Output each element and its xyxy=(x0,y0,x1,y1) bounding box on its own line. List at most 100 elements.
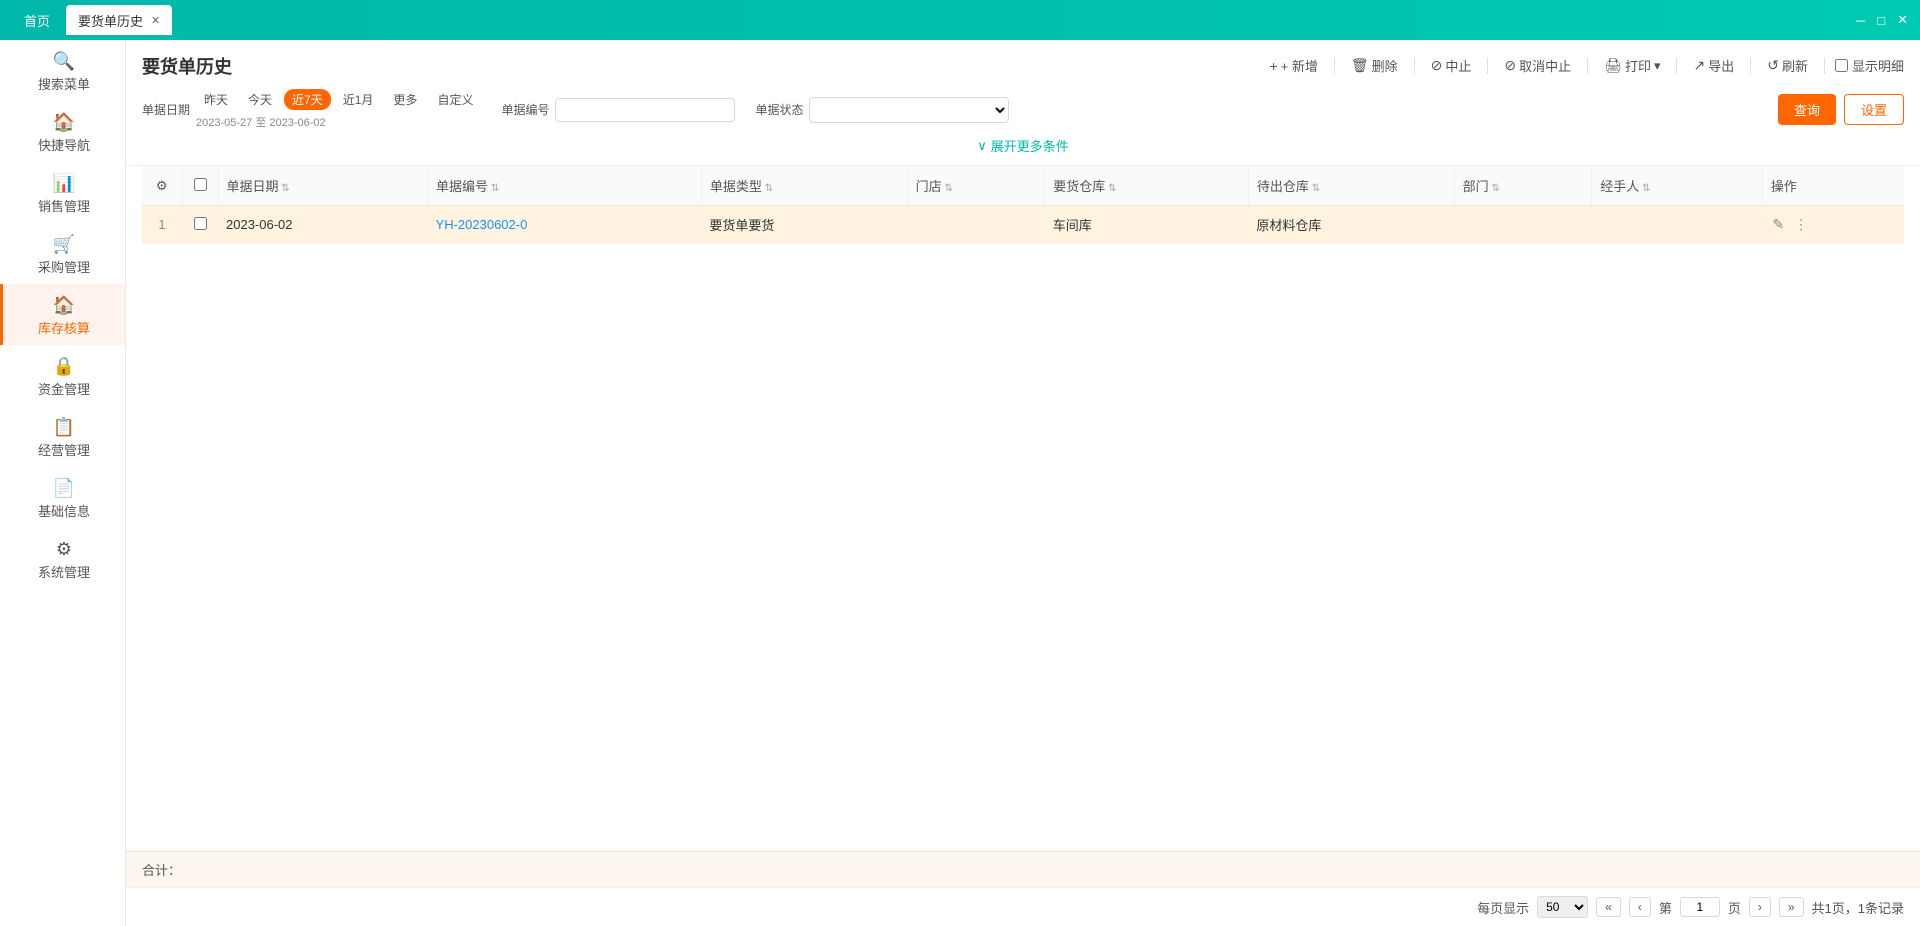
maximize-btn[interactable]: □ xyxy=(1877,13,1885,28)
sidebar-item-system[interactable]: ⚙ 系统管理 xyxy=(0,528,125,589)
next-page-btn[interactable]: › xyxy=(1749,897,1771,917)
new-button[interactable]: + + 新增 xyxy=(1263,52,1323,79)
refresh-label: 刷新 xyxy=(1782,56,1808,75)
th-action: 操作 xyxy=(1762,166,1904,206)
sidebar-item-sales-label: 销售管理 xyxy=(38,196,90,215)
per-page-select[interactable]: 50 100 200 xyxy=(1537,896,1588,918)
delete-button[interactable]: 🗑 删除 xyxy=(1345,52,1404,79)
th-date[interactable]: 单据日期 xyxy=(218,166,428,206)
export-icon: ↗ xyxy=(1693,57,1705,74)
system-icon: ⚙ xyxy=(56,540,72,558)
cell-doc-type: 要货单要货 xyxy=(701,206,907,244)
th-doc-type[interactable]: 单据类型 xyxy=(701,166,907,206)
page-title: 要货单历史 xyxy=(142,53,232,79)
query-button[interactable]: 查询 xyxy=(1778,94,1836,125)
status-select[interactable] xyxy=(809,97,1009,123)
tab-history-close[interactable]: ✕ xyxy=(151,14,160,27)
close-btn[interactable]: ✕ xyxy=(1897,12,1908,28)
table-row[interactable]: 1 2023-06-02 YH-20230602-0 要货单要货 车间库 原材料… xyxy=(142,206,1904,244)
expand-label: 展开更多条件 xyxy=(991,136,1069,155)
th-gear[interactable]: ⚙ xyxy=(142,166,182,206)
th-store[interactable]: 门店 xyxy=(907,166,1045,206)
doc-no-filter-group: 单据编号 xyxy=(501,98,735,122)
date-yesterday[interactable]: 昨天 xyxy=(196,89,236,110)
display-detail-input[interactable] xyxy=(1835,59,1848,72)
th-pending-warehouse[interactable]: 待出仓库 xyxy=(1248,166,1454,206)
sidebar-item-sales[interactable]: 📊 销售管理 xyxy=(0,162,125,223)
display-detail-checkbox[interactable]: 显示明细 xyxy=(1835,56,1904,75)
tab-history[interactable]: 要货单历史 ✕ xyxy=(66,5,172,35)
print-icon: 🖨 xyxy=(1604,57,1622,74)
sum-label: 合计： xyxy=(142,860,181,879)
cell-doc-no[interactable]: YH-20230602-0 xyxy=(428,206,702,244)
stop-button[interactable]: ⊘ 中止 xyxy=(1425,52,1478,79)
more-icon[interactable]: ⋮ xyxy=(1792,214,1810,235)
cell-checkbox[interactable] xyxy=(182,206,218,244)
date-more[interactable]: 更多 xyxy=(385,89,425,110)
sidebar-item-quicknav[interactable]: 🏠 快捷导航 xyxy=(0,101,125,162)
date-today[interactable]: 今天 xyxy=(240,89,280,110)
last-page-btn[interactable]: » xyxy=(1779,897,1804,917)
divider-7 xyxy=(1824,58,1825,74)
sidebar-item-inventory[interactable]: 🏠 库存核算 xyxy=(0,284,125,345)
data-table: ⚙ 单据日期 单据编号 单据类型 门店 要货仓库 待出仓库 部门 经手人 操作 xyxy=(142,166,1904,244)
date-1month[interactable]: 近1月 xyxy=(335,89,382,110)
select-all-checkbox[interactable] xyxy=(194,178,207,191)
sidebar-item-finance[interactable]: 🔒 资金管理 xyxy=(0,345,125,406)
th-checkbox xyxy=(182,166,218,206)
th-doc-no[interactable]: 单据编号 xyxy=(428,166,702,206)
first-page-btn[interactable]: « xyxy=(1596,897,1621,917)
delete-icon: 🗑 xyxy=(1351,57,1369,74)
delete-label: 删除 xyxy=(1372,56,1398,75)
setting-button[interactable]: 设置 xyxy=(1844,94,1904,125)
sidebar-item-basic[interactable]: 📄 基础信息 xyxy=(0,467,125,528)
divider-4 xyxy=(1587,58,1588,74)
top-bar: 首页 要货单历史 ✕ ─ □ ✕ xyxy=(0,0,1920,40)
new-label: + 新增 xyxy=(1281,56,1318,75)
date-range-text: 2023-05-27 至 2023-06-02 xyxy=(196,114,481,130)
sidebar-item-purchase[interactable]: 🛒 采购管理 xyxy=(0,223,125,284)
cell-department xyxy=(1454,206,1592,244)
basic-icon: 📄 xyxy=(53,479,75,497)
inventory-icon: 🏠 xyxy=(53,296,75,314)
date-custom[interactable]: 自定义 xyxy=(429,89,481,110)
doc-no-input[interactable] xyxy=(555,98,735,122)
date-7days[interactable]: 近7天 xyxy=(284,89,331,110)
th-handler[interactable]: 经手人 xyxy=(1592,166,1763,206)
page-input[interactable] xyxy=(1680,897,1720,917)
expand-more[interactable]: ∨ 展开更多条件 xyxy=(142,136,1904,155)
table-footer-sum: 合计： xyxy=(126,851,1920,887)
edit-icon[interactable]: ✎ xyxy=(1770,214,1786,235)
date-pills: 昨天 今天 近7天 近1月 更多 自定义 xyxy=(196,89,481,110)
cancel-stop-button[interactable]: ⊘ 取消中止 xyxy=(1498,52,1577,79)
page-header: 要货单历史 + + 新增 🗑 删除 ⊘ 中止 ⊘ xyxy=(126,40,1920,79)
th-department[interactable]: 部门 xyxy=(1454,166,1592,206)
export-button[interactable]: ↗ 导出 xyxy=(1687,52,1740,79)
cell-pending-warehouse: 原材料仓库 xyxy=(1248,206,1454,244)
divider-1 xyxy=(1334,58,1335,74)
sidebar-item-operation[interactable]: 📋 经营管理 xyxy=(0,406,125,467)
minimize-btn[interactable]: ─ xyxy=(1856,13,1865,28)
doc-no-link[interactable]: YH-20230602-0 xyxy=(436,217,528,232)
page-label: 第 xyxy=(1659,898,1672,917)
sidebar-item-search[interactable]: 🔍 搜索菜单 xyxy=(0,40,125,101)
content-area: 要货单历史 + + 新增 🗑 删除 ⊘ 中止 ⊘ xyxy=(126,40,1920,926)
sidebar: 🔍 搜索菜单 🏠 快捷导航 📊 销售管理 🛒 采购管理 🏠 库存核算 🔒 资金管… xyxy=(0,40,126,926)
sidebar-item-operation-label: 经营管理 xyxy=(38,440,90,459)
purchase-icon: 🛒 xyxy=(53,235,75,253)
total-info: 共1页，1条记录 xyxy=(1812,898,1904,917)
status-filter-group: 单据状态 xyxy=(755,97,1009,123)
cancel-stop-label: 取消中止 xyxy=(1519,56,1571,75)
refresh-icon: ↺ xyxy=(1767,57,1779,74)
sidebar-item-purchase-label: 采购管理 xyxy=(38,257,90,276)
th-req-warehouse[interactable]: 要货仓库 xyxy=(1045,166,1249,206)
prev-page-btn[interactable]: ‹ xyxy=(1629,897,1651,917)
print-button[interactable]: 🖨 打印 ▾ xyxy=(1598,52,1666,79)
sales-icon: 📊 xyxy=(53,174,75,192)
sidebar-item-basic-label: 基础信息 xyxy=(38,501,90,520)
refresh-button[interactable]: ↺ 刷新 xyxy=(1761,52,1814,79)
tab-home[interactable]: 首页 xyxy=(12,5,62,35)
row-checkbox[interactable] xyxy=(194,217,207,230)
sidebar-item-inventory-label: 库存核算 xyxy=(38,318,90,337)
cell-number: 1 xyxy=(142,206,182,244)
